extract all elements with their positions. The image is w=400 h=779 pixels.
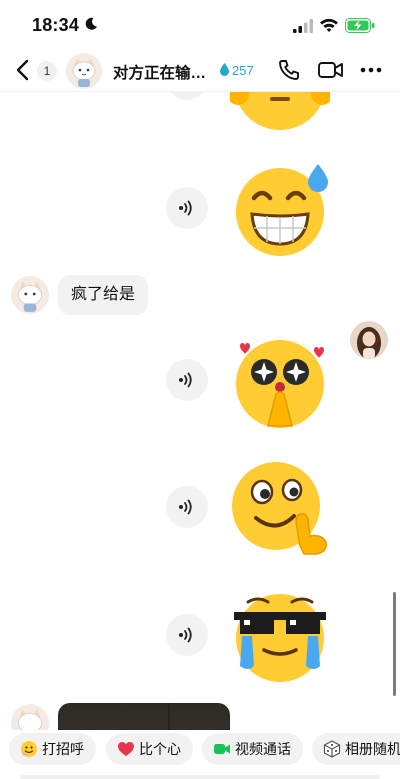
quick-action-label: 比个心: [139, 741, 181, 757]
unread-count-badge[interactable]: 1: [37, 61, 57, 81]
cat-doll-avatar-icon: [11, 276, 49, 314]
cellular-signal-icon: [293, 19, 313, 33]
chat-title: 对方正在输入...: [113, 65, 213, 82]
water-drop-icon: [220, 63, 229, 76]
input-bar-edge: [20, 775, 380, 779]
contact-avatar[interactable]: [11, 704, 49, 730]
cat-doll-avatar-icon: [66, 53, 102, 89]
cat-doll-avatar-icon: [11, 704, 49, 730]
user-photo-avatar-icon: [350, 321, 388, 359]
dice-icon: [323, 740, 341, 758]
video-camera-green-icon: [214, 744, 230, 754]
chat-header: 1 对方正在输入... 257: [0, 50, 400, 92]
phone-icon[interactable]: [278, 59, 300, 81]
sound-wave-icon: [179, 627, 192, 643]
quick-action-say-hello[interactable]: 打招呼: [9, 733, 96, 765]
image-message[interactable]: [58, 703, 230, 730]
quick-action-label: 打招呼: [42, 741, 84, 757]
sound-wave-icon: [179, 200, 192, 216]
more-dots-icon[interactable]: [360, 66, 382, 74]
my-avatar[interactable]: [350, 321, 388, 359]
voice-button[interactable]: [166, 92, 208, 100]
voice-button[interactable]: [166, 614, 208, 656]
sweat-grin-emoji-sticker[interactable]: [230, 158, 330, 258]
quick-action-random-album[interactable]: 相册随机: [312, 733, 400, 765]
image-seam: [168, 703, 170, 730]
red-heart-icon: [118, 742, 134, 756]
intimacy-value: 257: [232, 63, 254, 78]
voice-button[interactable]: [166, 187, 208, 229]
voice-button[interactable]: [166, 359, 208, 401]
sound-wave-icon: [179, 499, 192, 515]
text-message-bubble[interactable]: 疯了给是: [58, 275, 149, 315]
scroll-indicator[interactable]: [393, 592, 396, 696]
message-list[interactable]: 疯了给是: [0, 92, 400, 730]
wifi-icon: [320, 18, 338, 32]
contact-avatar[interactable]: [11, 276, 49, 314]
intimacy-score[interactable]: 257: [220, 62, 254, 80]
quick-action-label: 相册随机: [345, 741, 400, 757]
battery-charging-icon: [345, 18, 375, 33]
emoji-sticker[interactable]: [230, 92, 330, 134]
quick-action-bar: 打招呼 比个心 视频通话 相册随机: [0, 730, 400, 779]
star-eyes-emoji-sticker[interactable]: [230, 332, 330, 432]
moon-icon: [85, 17, 97, 30]
sunglasses-crying-emoji-sticker[interactable]: [230, 588, 330, 688]
wave-hello-icon: [21, 741, 37, 757]
quick-action-label: 视频通话: [235, 741, 291, 757]
status-bar: 18:34: [0, 0, 400, 50]
sound-wave-icon: [179, 372, 192, 388]
wink-finger-emoji-sticker[interactable]: [230, 458, 330, 558]
video-camera-icon[interactable]: [318, 61, 344, 79]
quick-action-video-call[interactable]: 视频通话: [202, 733, 303, 765]
voice-button[interactable]: [166, 486, 208, 528]
status-time: 18:34: [32, 15, 80, 35]
quick-action-send-heart[interactable]: 比个心: [106, 733, 193, 765]
chevron-left-icon[interactable]: [14, 59, 32, 81]
contact-avatar[interactable]: [66, 53, 102, 89]
